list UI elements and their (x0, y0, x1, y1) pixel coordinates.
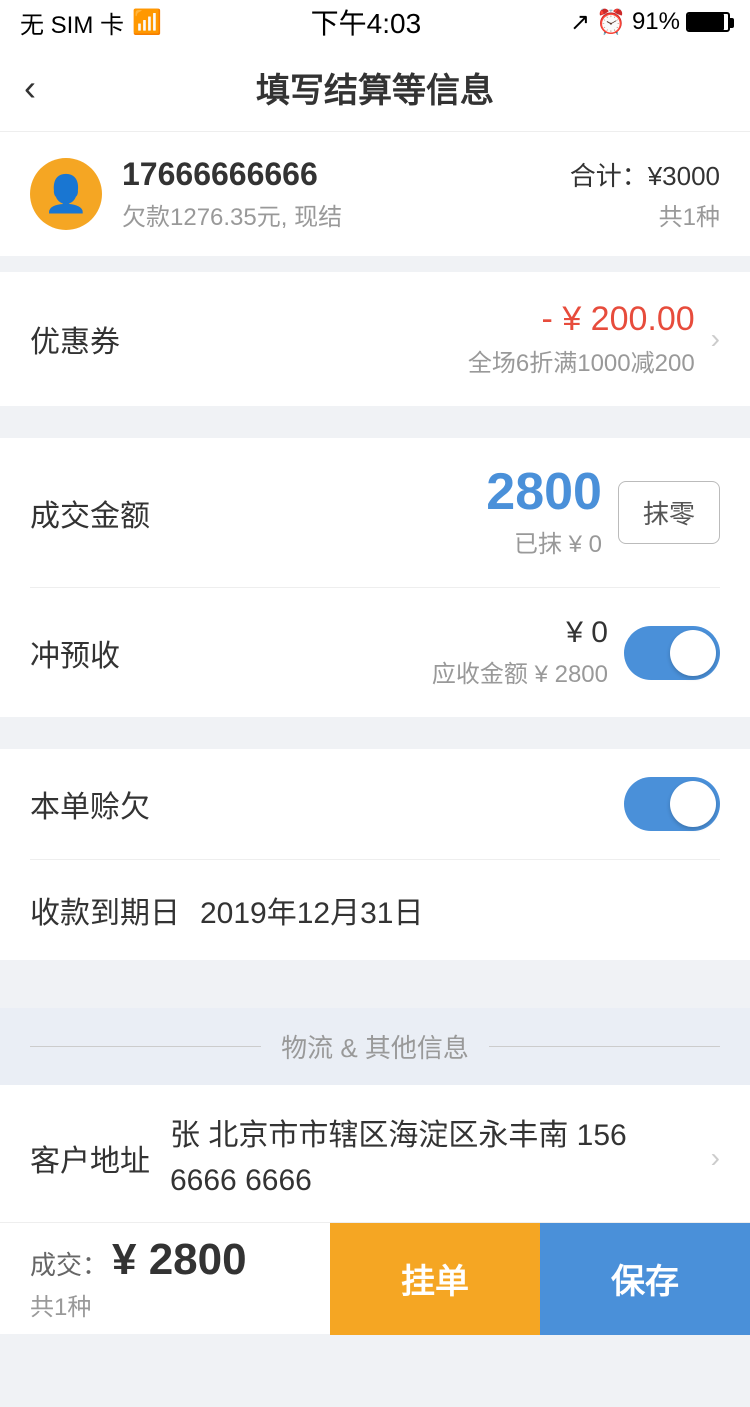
customer-info: 17666666666 欠款1276.35元, 现结 (122, 156, 342, 232)
date-value: 2019年12月31日 (200, 888, 423, 932)
customer-phone: 17666666666 (122, 156, 342, 193)
coupon-values: - ¥ 200.00 全场6折满1000减200 (468, 300, 695, 378)
bottom-count: 共1种 (30, 1287, 300, 1322)
customer-left: 👤 17666666666 欠款1276.35元, 现结 (30, 156, 342, 232)
debit-label: 本单赊欠 (30, 782, 150, 826)
section-gap-2 (0, 733, 750, 749)
debit-row: 本单赊欠 (0, 749, 750, 859)
amount-card: 成交金额 2800 已抹 ¥ 0 抹零 冲预收 ¥ 0 应收金额 ¥ 2800 (0, 438, 750, 717)
coupon-chevron-icon: › (711, 323, 720, 355)
chong-label: 冲预收 (30, 631, 120, 675)
date-label: 收款到期日 (30, 888, 180, 932)
amount-sub: 已抹 ¥ 0 (486, 524, 602, 559)
nav-bar: ‹ 填写结算等信息 (0, 44, 750, 132)
divider-line-left (30, 1046, 261, 1047)
bottom-amount: ¥ 2800 (112, 1235, 247, 1285)
section-gap-1 (0, 422, 750, 438)
coupon-right: - ¥ 200.00 全场6折满1000减200 › (468, 300, 720, 378)
save-button[interactable]: 保存 (540, 1223, 750, 1335)
status-right: ↗ ⏰ 91% (570, 8, 730, 37)
coupon-row[interactable]: 优惠券 - ¥ 200.00 全场6折满1000减200 › (0, 272, 750, 406)
bottom-bar: 成交： ¥ 2800 共1种 挂单 保存 (0, 1222, 750, 1334)
alarm-icon: ⏰ (596, 8, 626, 37)
status-left: 无 SIM 卡 📶 (20, 5, 162, 40)
customer-sub: 欠款1276.35元, 现结 (122, 197, 342, 232)
total-count: 共1种 (570, 197, 720, 232)
section-divider: 物流 & 其他信息 (0, 1008, 750, 1085)
customer-card: 👤 17666666666 欠款1276.35元, 现结 合计：¥3000 共1… (0, 132, 750, 256)
round-button[interactable]: 抹零 (618, 481, 720, 544)
no-sim-text: 无 SIM 卡 (20, 5, 124, 40)
amount-right: 2800 已抹 ¥ 0 抹零 (486, 466, 720, 559)
address-label: 客户地址 (30, 1136, 150, 1180)
chong-values: ¥ 0 应收金额 ¥ 2800 (432, 616, 608, 689)
coupon-card: 优惠券 - ¥ 200.00 全场6折满1000减200 › (0, 272, 750, 406)
customer-row: 👤 17666666666 欠款1276.35元, 现结 合计：¥3000 共1… (0, 132, 750, 256)
debit-card: 本单赊欠 收款到期日 2019年12月31日 (0, 749, 750, 960)
amount-row: 成交金额 2800 已抹 ¥ 0 抹零 (0, 438, 750, 587)
status-time: 下午4:03 (311, 2, 422, 42)
page-title: 填写结算等信息 (256, 63, 494, 112)
address-card: 客户地址 张 北京市市辖区海淀区永丰南 156 6666 6666 › (0, 1085, 750, 1231)
status-bar: 无 SIM 卡 📶 下午4:03 ↗ ⏰ 91% (0, 0, 750, 44)
chong-sub: 应收金额 ¥ 2800 (432, 654, 608, 689)
hang-button[interactable]: 挂单 (330, 1223, 540, 1335)
wifi-icon: 📶 (132, 8, 162, 37)
bottom-left: 成交： ¥ 2800 共1种 (0, 1235, 330, 1322)
amount-value: 2800 (486, 466, 602, 518)
battery-icon (686, 12, 730, 32)
deal-label: 成交： (30, 1245, 108, 1282)
bottom-deal-row: 成交： ¥ 2800 (30, 1235, 300, 1285)
location-icon: ↗ (570, 8, 590, 37)
chong-right: ¥ 0 应收金额 ¥ 2800 (432, 616, 720, 689)
address-row[interactable]: 客户地址 张 北京市市辖区海淀区永丰南 156 6666 6666 › (0, 1085, 750, 1231)
amount-label: 成交金额 (30, 491, 150, 535)
debit-toggle[interactable] (624, 777, 720, 831)
battery-percent: 91% (632, 8, 680, 36)
logistics-section: 物流 & 其他信息 (0, 1008, 750, 1085)
back-icon: ‹ (24, 67, 36, 108)
logistics-label: 物流 & 其他信息 (281, 1028, 469, 1065)
coupon-value: - ¥ 200.00 (468, 300, 695, 339)
avatar: 👤 (30, 158, 102, 230)
chong-amount: ¥ 0 (432, 616, 608, 650)
date-row: 收款到期日 2019年12月31日 (0, 860, 750, 960)
content: 👤 17666666666 欠款1276.35元, 现结 合计：¥3000 共1… (0, 132, 750, 1407)
address-chevron-icon: › (711, 1142, 720, 1174)
address-value: 张 北京市市辖区海淀区永丰南 156 6666 6666 (170, 1113, 691, 1203)
customer-right: 合计：¥3000 共1种 (570, 156, 720, 232)
coupon-sub: 全场6折满1000减200 (468, 343, 695, 378)
total-label: 合计：¥3000 (570, 156, 720, 193)
coupon-label: 优惠券 (30, 317, 120, 361)
chong-row: 冲预收 ¥ 0 应收金额 ¥ 2800 (0, 588, 750, 717)
section-gap-3 (0, 976, 750, 992)
avatar-icon: 👤 (44, 173, 89, 215)
chong-toggle[interactable] (624, 626, 720, 680)
back-button[interactable]: ‹ (24, 67, 36, 109)
amount-value-container: 2800 已抹 ¥ 0 (486, 466, 602, 559)
divider-line-right (489, 1046, 720, 1047)
